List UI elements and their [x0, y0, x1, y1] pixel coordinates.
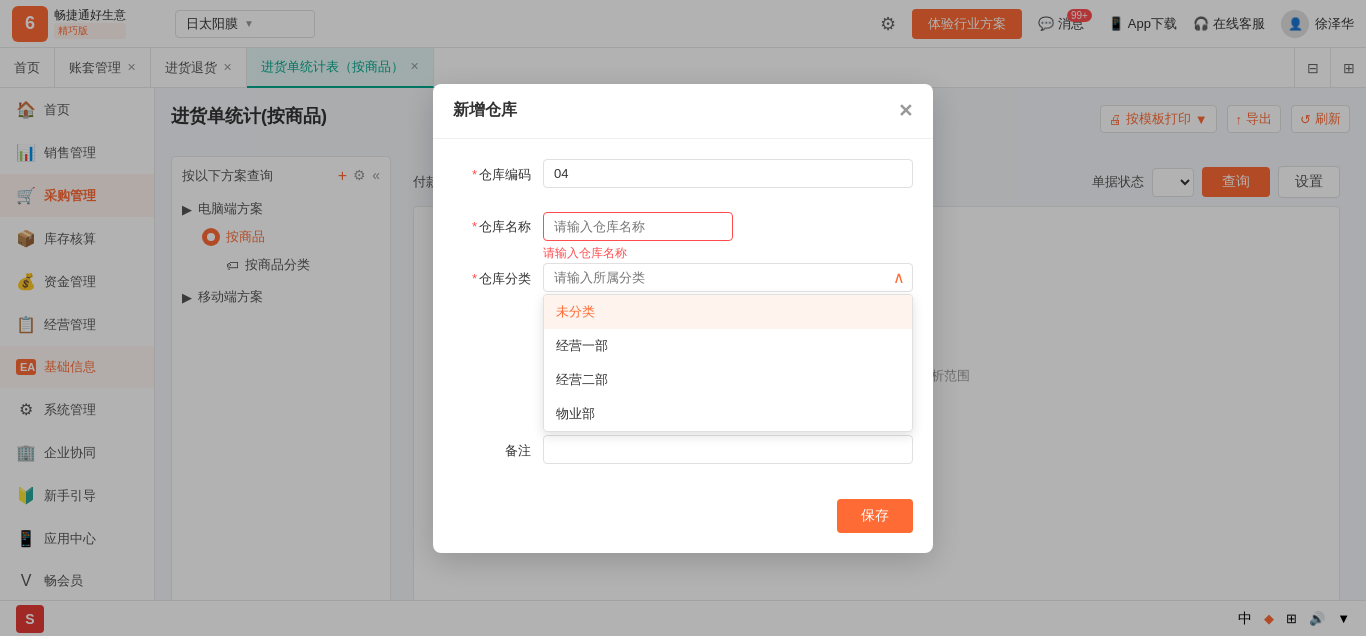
modal-title: 新增仓库	[453, 100, 517, 121]
dropdown-item-unclassified[interactable]: 未分类	[544, 295, 912, 329]
note-input[interactable]	[543, 435, 913, 464]
modal-body: 仓库编码 仓库名称 请输入仓库名称 仓库分类 ∧ 未分类	[433, 139, 933, 467]
category-input[interactable]	[543, 263, 913, 292]
warehouse-name-input[interactable]	[543, 212, 733, 241]
modal-save-btn[interactable]: 保存	[837, 499, 913, 533]
dropdown-item-ops2[interactable]: 经营二部	[544, 363, 912, 397]
code-label: 仓库编码	[453, 159, 543, 191]
warehouse-category-row: 仓库分类 ∧ 未分类 经营一部 经营二部 物业部	[453, 263, 913, 295]
category-toggle-icon[interactable]: ∧	[893, 268, 905, 287]
name-error-msg: 请输入仓库名称	[543, 245, 627, 262]
modal-close-btn[interactable]: ✕	[898, 100, 913, 122]
add-warehouse-modal: 新增仓库 ✕ 仓库编码 仓库名称 请输入仓库名称 仓库分类	[433, 84, 933, 553]
dropdown-item-ops1[interactable]: 经营一部	[544, 329, 912, 363]
modal-footer: 保存	[433, 487, 933, 553]
category-select-wrapper: ∧ 未分类 经营一部 经营二部 物业部	[543, 263, 913, 292]
dropdown-item-property[interactable]: 物业部	[544, 397, 912, 431]
category-label: 仓库分类	[453, 263, 543, 295]
note-label: 备注	[453, 435, 543, 467]
warehouse-code-row: 仓库编码	[453, 159, 913, 191]
warehouse-note-row: 备注	[453, 435, 913, 467]
modal-header: 新增仓库 ✕	[433, 84, 933, 139]
modal-overlay: 新增仓库 ✕ 仓库编码 仓库名称 请输入仓库名称 仓库分类	[0, 0, 1366, 636]
warehouse-name-row: 仓库名称 请输入仓库名称	[453, 211, 913, 243]
category-dropdown: 未分类 经营一部 经营二部 物业部	[543, 294, 913, 432]
name-label: 仓库名称	[453, 211, 543, 243]
warehouse-code-input[interactable]	[543, 159, 913, 188]
